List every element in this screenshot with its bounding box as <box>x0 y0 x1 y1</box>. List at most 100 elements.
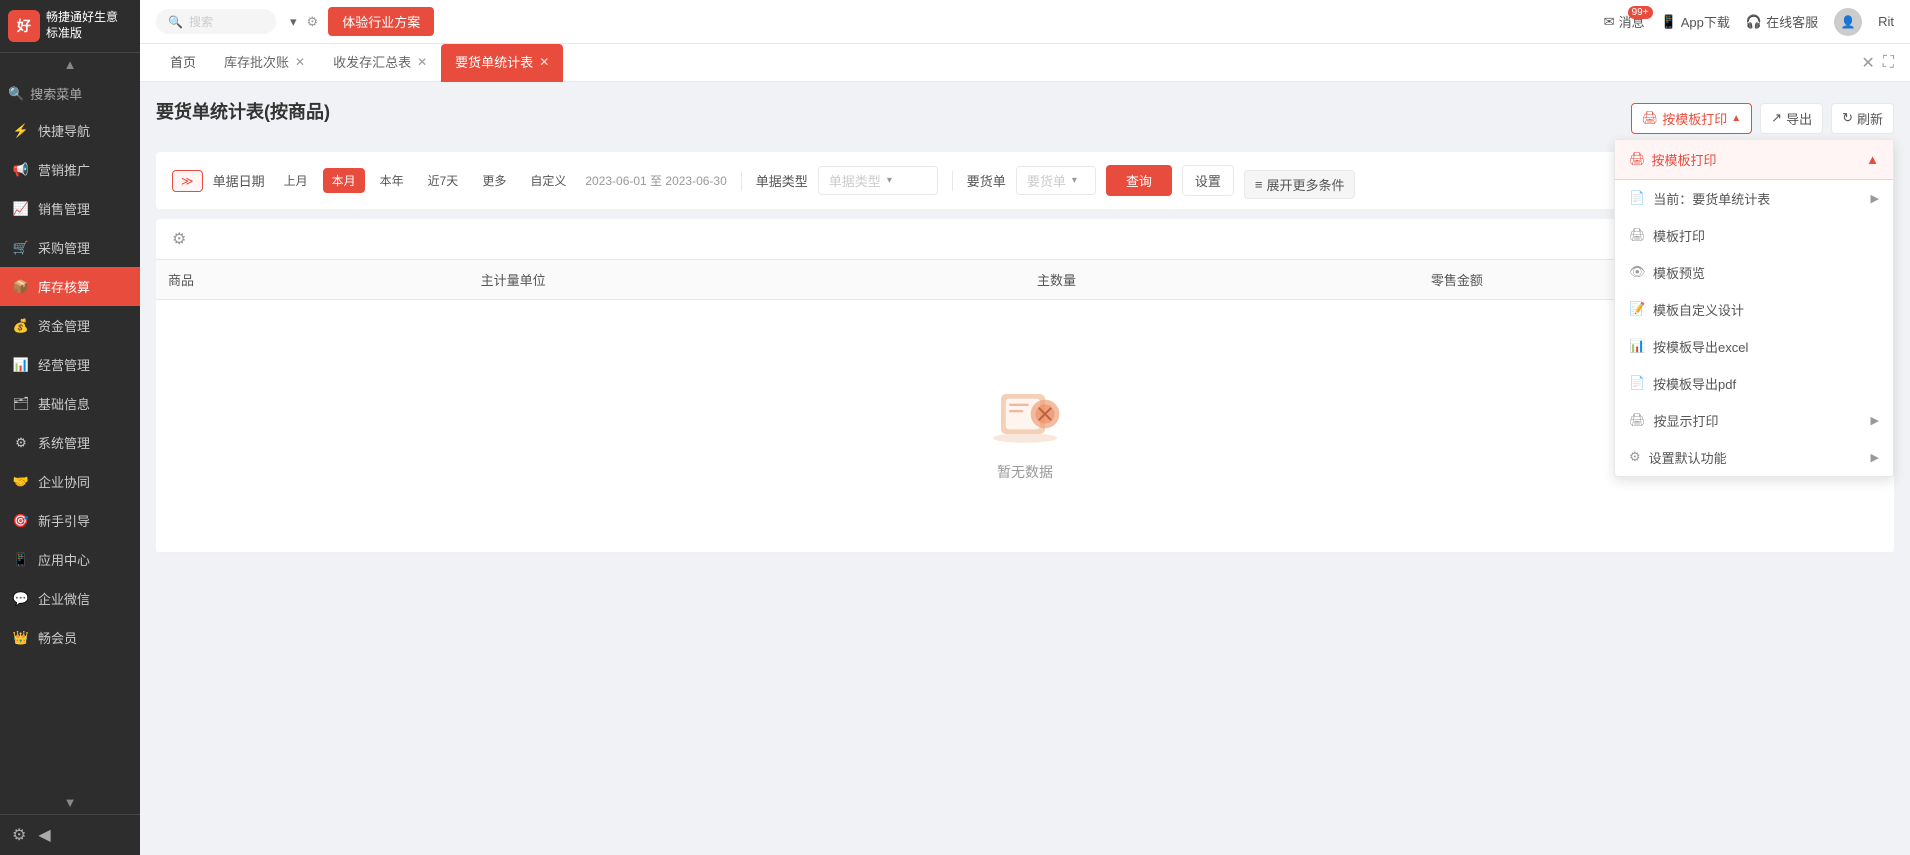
dropdown-current-chevron: ▶ <box>1871 192 1879 205</box>
sidebar-item-finance[interactable]: 💰 资金管理 <box>0 306 140 345</box>
sidebar-item-purchase[interactable]: 🛒 采购管理 <box>0 228 140 267</box>
sidebar-item-guide[interactable]: 🎯 新手引导 <box>0 501 140 540</box>
date-btn-custom[interactable]: 自定义 <box>521 168 575 193</box>
sidebar-item-operation[interactable]: 📊 经营管理 <box>0 345 140 384</box>
settings-bottom-icon[interactable]: ⚙ <box>12 825 26 845</box>
template-print-label: 模板打印 <box>1653 226 1705 245</box>
dropdown-item-template-print[interactable]: 🖨 模板打印 <box>1615 217 1893 254</box>
template-pdf-label: 按模板导出pdf <box>1653 374 1736 393</box>
scroll-up-btn[interactable]: ▲ <box>0 53 140 76</box>
sidebar-item-label: 企业微信 <box>38 589 90 608</box>
dropdown-more-left: 🖨 按显示打印 <box>1629 411 1719 430</box>
expand-icon: ≫ <box>181 174 194 188</box>
expand-more-icon: ≡ <box>1255 177 1263 192</box>
tab-close-sales-receipt[interactable]: ✕ <box>417 55 427 69</box>
sidebar-item-label: 营销推广 <box>38 160 90 179</box>
dropdown-item-template-pdf[interactable]: 📄 按模板导出pdf <box>1615 365 1893 402</box>
col-goods: 商品 <box>156 260 469 300</box>
app-name: 畅捷通好生意 <box>46 10 118 26</box>
collapse-icon[interactable]: ◀ <box>38 825 50 845</box>
sidebar-item-sales[interactable]: 📈 销售管理 <box>0 189 140 228</box>
gear-btn[interactable]: ⚙ <box>307 14 319 30</box>
wechat-icon: 💬 <box>12 590 30 608</box>
tab-close-order-stat[interactable]: ✕ <box>539 55 549 69</box>
settings-outline-btn[interactable]: 设置 <box>1182 165 1234 196</box>
tab-home[interactable]: 首页 <box>156 44 210 82</box>
empty-text: 暂无数据 <box>997 462 1053 482</box>
sidebar-item-appstore[interactable]: 📱 应用中心 <box>0 540 140 579</box>
sidebar-item-system[interactable]: ⚙ 系统管理 <box>0 423 140 462</box>
dropdown-set-default[interactable]: ⚙ 设置默认功能 ▶ <box>1615 439 1893 476</box>
order-type-value: 单据类型 <box>829 171 881 190</box>
print-template-label: 按模板打印 <box>1662 109 1727 128</box>
template-pdf-icon: 📄 <box>1629 375 1645 391</box>
online-service-btn[interactable]: 🎧 在线客服 <box>1746 12 1818 31</box>
scroll-down-btn[interactable]: ▼ <box>0 791 140 814</box>
tab-home-label: 首页 <box>170 52 196 71</box>
tabbar: 首页 库存批次账 ✕ 收发存汇总表 ✕ 要货单统计表 ✕ ✕ ⛶ <box>140 44 1910 82</box>
dropdown-close-btn[interactable]: ▲ <box>1866 152 1879 167</box>
tab-close-inventory-batch[interactable]: ✕ <box>295 55 305 69</box>
print-template-btn[interactable]: 🖨 按模板打印 ▲ <box>1631 103 1752 134</box>
download-icon: 📱 <box>1661 14 1677 30</box>
date-btn-this-year[interactable]: 本年 <box>371 168 413 193</box>
app-version: 标准版 <box>46 26 118 42</box>
date-btn-this-month[interactable]: 本月 <box>323 168 365 193</box>
col-quantity: 主数量 <box>1025 260 1419 300</box>
order-type-select[interactable]: 单据类型 ▾ <box>818 166 938 195</box>
order-type-label: 单据类型 <box>756 171 808 190</box>
sidebar-item-label: 快捷导航 <box>38 121 90 140</box>
sales-icon: 📈 <box>12 200 30 218</box>
logo-text: 畅捷通好生意 标准版 <box>46 10 118 41</box>
industry-btn[interactable]: 体验行业方案 <box>328 7 434 36</box>
sidebar-item-label: 畅会员 <box>38 628 77 647</box>
expand-tab-btn[interactable]: ⛶ <box>1883 54 1894 72</box>
tab-sales-receipt[interactable]: 收发存汇总表 ✕ <box>319 44 441 82</box>
settings-outline-label: 设置 <box>1195 174 1221 189</box>
topbar-search[interactable]: 🔍 搜索 <box>156 9 276 34</box>
main-area: 🔍 搜索 ▾ ⚙ 体验行业方案 ✉ 消息 99+ 📱 App下载 🎧 在线客服 … <box>140 0 1910 855</box>
query-btn[interactable]: 查询 <box>1106 165 1172 196</box>
sidebar-item-basic[interactable]: 🗂 基础信息 <box>0 384 140 423</box>
sidebar: 好 畅捷通好生意 标准版 ▲ 🔍 搜索菜单 ⚡ 快捷导航 📢 营销推广 📈 销售… <box>0 0 140 855</box>
date-btn-prev-month[interactable]: 上月 <box>275 168 317 193</box>
sidebar-item-enterprise[interactable]: 🤝 企业协同 <box>0 462 140 501</box>
close-tab-btn[interactable]: ✕ <box>1861 53 1874 73</box>
sidebar-item-marketing[interactable]: 📢 营销推广 <box>0 150 140 189</box>
sidebar-item-label: 应用中心 <box>38 550 90 569</box>
guide-icon: 🎯 <box>12 512 30 530</box>
messages-badge: 99+ <box>1628 6 1653 19</box>
filter-expand-btn[interactable]: ≫ <box>172 170 203 192</box>
search-menu-label: 搜索菜单 <box>30 84 82 103</box>
sidebar-item-wechat[interactable]: 💬 企业微信 <box>0 579 140 618</box>
dropdown-item-template-preview[interactable]: 👁 模板预览 <box>1615 254 1893 291</box>
tab-inventory-batch[interactable]: 库存批次账 ✕ <box>210 44 319 82</box>
export-btn[interactable]: ↗ 导出 <box>1760 103 1823 134</box>
refresh-btn[interactable]: ↻ 刷新 <box>1831 103 1894 134</box>
sidebar-item-inventory[interactable]: 📦 库存核算 <box>0 267 140 306</box>
date-label: 单据日期 <box>213 171 265 190</box>
dropdown-display-print[interactable]: 🖨 按显示打印 ▶ <box>1615 402 1893 439</box>
date-btn-more[interactable]: 更多 <box>473 168 515 193</box>
app-download-btn[interactable]: 📱 App下载 <box>1661 12 1730 31</box>
col-unit: 主计量单位 <box>469 260 1025 300</box>
printer-icon: 🖨 <box>1642 110 1659 126</box>
goods-select[interactable]: 要货单 ▾ <box>1016 166 1096 195</box>
search-menu-btn[interactable]: 🔍 搜索菜单 <box>0 76 140 111</box>
tab-order-stat[interactable]: 要货单统计表 ✕ <box>441 44 563 82</box>
sidebar-item-label: 基础信息 <box>38 394 90 413</box>
sidebar-item-member[interactable]: 👑 畅会员 <box>0 618 140 657</box>
display-print-icon: 🖨 <box>1629 412 1646 428</box>
operation-icon: 📊 <box>12 356 30 374</box>
messages-btn[interactable]: ✉ 消息 99+ <box>1604 12 1645 31</box>
system-icon: ⚙ <box>12 434 30 452</box>
refresh-label: 刷新 <box>1857 109 1883 128</box>
date-btn-7days[interactable]: 近7天 <box>419 168 468 193</box>
sidebar-item-quick-nav[interactable]: ⚡ 快捷导航 <box>0 111 140 150</box>
table-settings-icon[interactable]: ⚙ <box>172 229 186 249</box>
topbar-dropdown[interactable]: ▾ <box>286 14 297 30</box>
expand-more-btn[interactable]: ≡ 展开更多条件 <box>1244 170 1356 199</box>
dropdown-item-template-excel[interactable]: 📊 按模板导出excel <box>1615 328 1893 365</box>
dropdown-item-template-design[interactable]: 📝 模板自定义设计 <box>1615 291 1893 328</box>
avatar[interactable]: 👤 <box>1834 8 1862 36</box>
